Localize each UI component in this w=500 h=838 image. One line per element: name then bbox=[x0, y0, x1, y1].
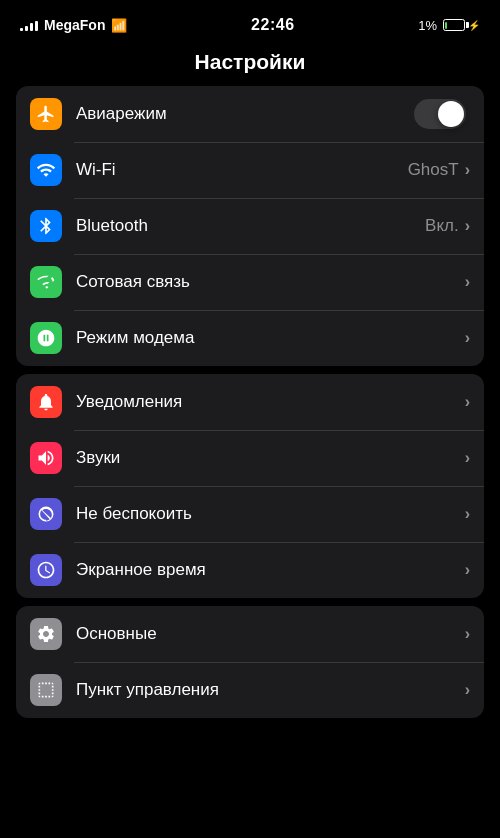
settings-group-system: Основные › Пункт управления › bbox=[16, 606, 484, 718]
hotspot-label: Режим модема bbox=[76, 328, 465, 348]
cellular-label: Сотовая связь bbox=[76, 272, 465, 292]
status-left: MegaFon 📶 bbox=[20, 17, 127, 33]
hotspot-icon bbox=[30, 322, 62, 354]
signal-bar-2 bbox=[25, 26, 28, 31]
settings-row-controlcenter[interactable]: Пункт управления › bbox=[16, 662, 484, 718]
wifi-label: Wi-Fi bbox=[76, 160, 408, 180]
charging-icon: ⚡ bbox=[468, 20, 480, 31]
donotdisturb-label: Не беспокоить bbox=[76, 504, 465, 524]
settings-row-general[interactable]: Основные › bbox=[16, 606, 484, 662]
controlcenter-label: Пункт управления bbox=[76, 680, 465, 700]
status-time: 22:46 bbox=[251, 16, 294, 34]
settings-row-screentime[interactable]: Экранное время › bbox=[16, 542, 484, 598]
status-right: 1% ⚡ bbox=[418, 18, 480, 33]
controlcenter-chevron: › bbox=[465, 681, 470, 699]
settings-row-bluetooth[interactable]: Bluetooth Вкл. › bbox=[16, 198, 484, 254]
sounds-chevron: › bbox=[465, 449, 470, 467]
bluetooth-label: Bluetooth bbox=[76, 216, 425, 236]
settings-row-hotspot[interactable]: Режим модема › bbox=[16, 310, 484, 366]
wifi-value: GhosT bbox=[408, 160, 459, 180]
cellular-icon bbox=[30, 266, 62, 298]
donotdisturb-icon bbox=[30, 498, 62, 530]
settings-row-wifi[interactable]: Wi-Fi GhosT › bbox=[16, 142, 484, 198]
battery-wrapper: ⚡ bbox=[443, 19, 480, 31]
settings-group-connectivity: Авиарежим Wi-Fi GhosT › Bluetooth Вкл. ›… bbox=[16, 86, 484, 366]
hotspot-chevron: › bbox=[465, 329, 470, 347]
general-chevron: › bbox=[465, 625, 470, 643]
bluetooth-chevron: › bbox=[465, 217, 470, 235]
battery-percent: 1% bbox=[418, 18, 437, 33]
notifications-chevron: › bbox=[465, 393, 470, 411]
signal-bar-1 bbox=[20, 28, 23, 31]
wifi-chevron: › bbox=[465, 161, 470, 179]
cellular-chevron: › bbox=[465, 273, 470, 291]
airplane-toggle[interactable] bbox=[414, 99, 466, 129]
bluetooth-value: Вкл. bbox=[425, 216, 459, 236]
screentime-label: Экранное время bbox=[76, 560, 465, 580]
sounds-icon bbox=[30, 442, 62, 474]
screentime-icon bbox=[30, 554, 62, 586]
wifi-status-icon: 📶 bbox=[111, 18, 127, 33]
settings-group-notifications: Уведомления › Звуки › Не беспокоить › Эк… bbox=[16, 374, 484, 598]
screentime-chevron: › bbox=[465, 561, 470, 579]
bluetooth-icon bbox=[30, 210, 62, 242]
notifications-label: Уведомления bbox=[76, 392, 465, 412]
battery-fill bbox=[445, 22, 446, 29]
signal-bars bbox=[20, 19, 38, 31]
wifi-icon bbox=[30, 154, 62, 186]
donotdisturb-chevron: › bbox=[465, 505, 470, 523]
notifications-icon bbox=[30, 386, 62, 418]
settings-row-donotdisturb[interactable]: Не беспокоить › bbox=[16, 486, 484, 542]
settings-row-airplane[interactable]: Авиарежим bbox=[16, 86, 484, 142]
settings-row-notifications[interactable]: Уведомления › bbox=[16, 374, 484, 430]
general-label: Основные bbox=[76, 624, 465, 644]
settings-row-sounds[interactable]: Звуки › bbox=[16, 430, 484, 486]
battery-icon bbox=[443, 19, 465, 31]
page-title: Настройки bbox=[0, 44, 500, 86]
status-bar: MegaFon 📶 22:46 1% ⚡ bbox=[0, 0, 500, 44]
airplane-label: Авиарежим bbox=[76, 104, 414, 124]
airplane-toggle-knob bbox=[438, 101, 464, 127]
sounds-label: Звуки bbox=[76, 448, 465, 468]
controlcenter-icon bbox=[30, 674, 62, 706]
carrier-name: MegaFon bbox=[44, 17, 105, 33]
airplane-icon bbox=[30, 98, 62, 130]
settings-row-cellular[interactable]: Сотовая связь › bbox=[16, 254, 484, 310]
signal-bar-3 bbox=[30, 23, 33, 31]
general-icon bbox=[30, 618, 62, 650]
signal-bar-4 bbox=[35, 21, 38, 31]
